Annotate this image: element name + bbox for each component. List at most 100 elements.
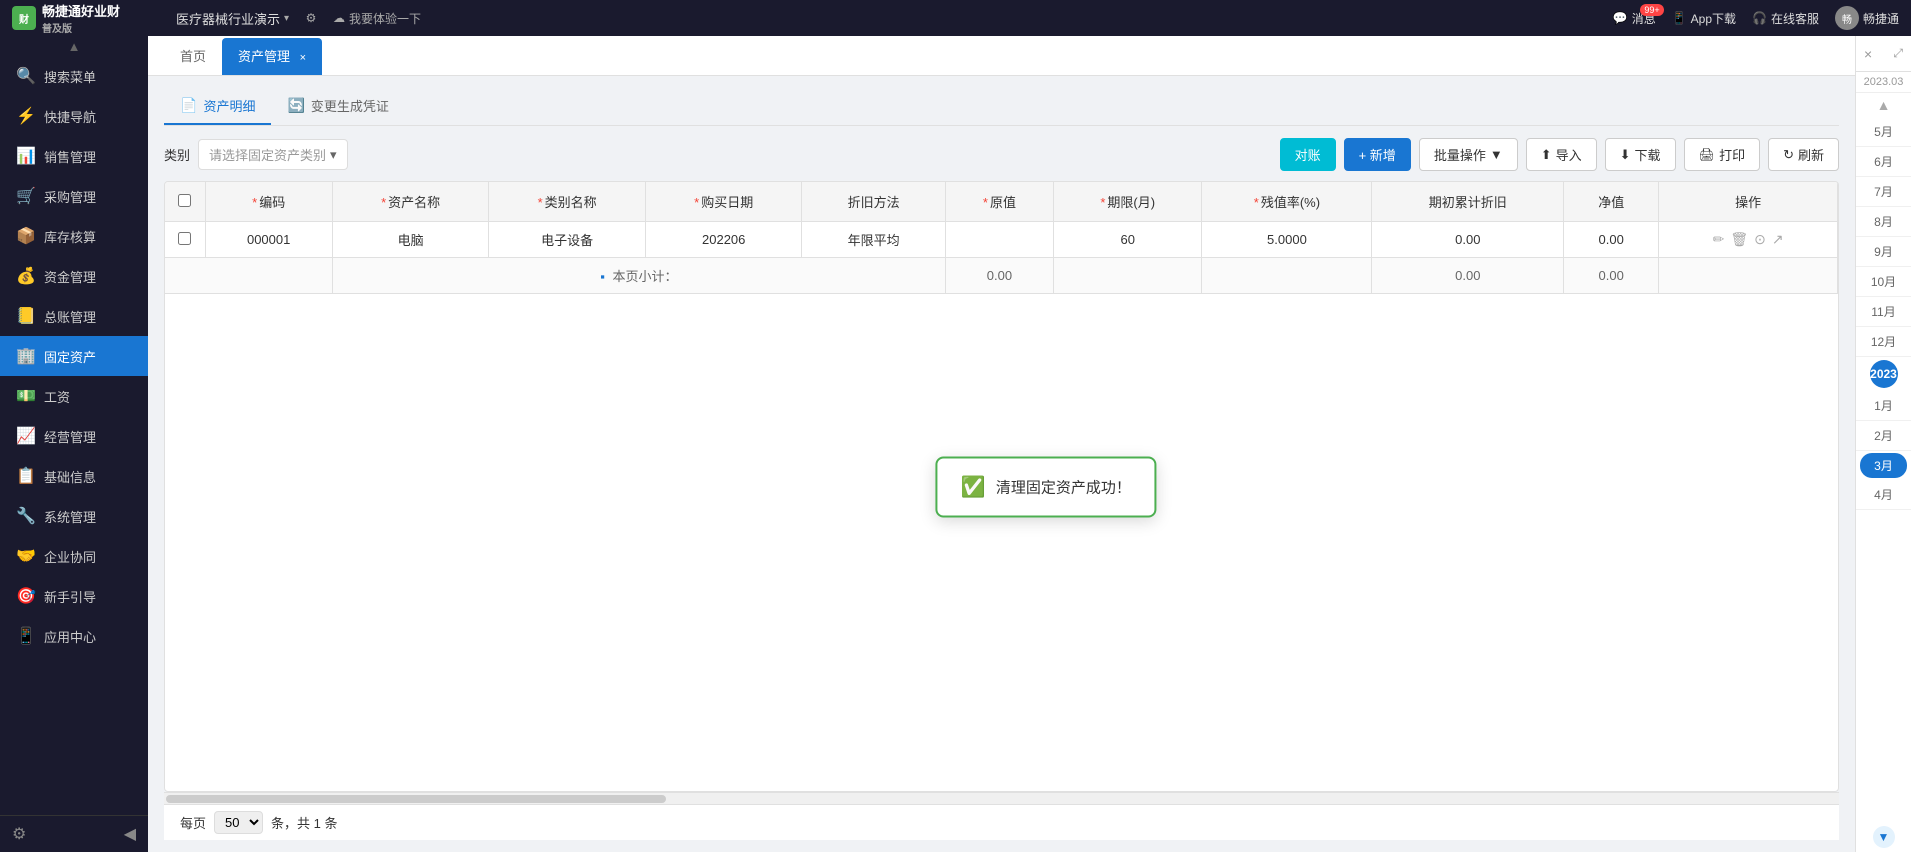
app-logo: 财 畅捷通好业财 普及版	[12, 1, 160, 35]
app-download-button[interactable]: 📱 App下载	[1672, 10, 1736, 27]
month-6[interactable]: 6月	[1856, 147, 1911, 177]
sidebar-item-purchase[interactable]: 🛒 采购管理	[0, 176, 148, 216]
panel-down-icon[interactable]: ▼	[1873, 826, 1895, 848]
sidebar-item-operations[interactable]: 📈 经营管理	[0, 416, 148, 456]
payroll-icon: 💵	[16, 386, 36, 406]
delete-icon[interactable]: 🗑	[1730, 231, 1748, 248]
message-button[interactable]: 💬 消息 99+	[1613, 10, 1656, 27]
expand-panel-icon[interactable]: ⤢	[1893, 46, 1903, 61]
quicknav-icon: ⚡	[16, 106, 36, 126]
row-checkbox[interactable]	[178, 232, 191, 245]
sidebar-label-ledger: 总账管理	[44, 307, 96, 326]
month-2[interactable]: 2月	[1856, 421, 1911, 451]
td-subtotal-period-empty	[1054, 258, 1202, 294]
sidebar-label-fixed: 固定资产	[44, 347, 96, 366]
sidebar-item-guide[interactable]: 🎯 新手引导	[0, 576, 148, 616]
tab-close-icon[interactable]: ×	[300, 52, 306, 64]
subtab-asset-detail-label: 资产明细	[203, 96, 255, 115]
month-5[interactable]: 5月	[1856, 117, 1911, 147]
sidebar-label-apps: 应用中心	[44, 627, 96, 646]
sidebar-item-cooperation[interactable]: 🤝 企业协同	[0, 536, 148, 576]
top-bar: 财 畅捷通好业财 普及版 医疗器械行业演示 ▾ ⚙ ☁ 我要体验一下 💬 消息 …	[0, 0, 1911, 36]
month-4[interactable]: 4月	[1856, 480, 1911, 510]
edit-icon[interactable]: ✏	[1713, 231, 1725, 248]
logo-sub: 普及版	[42, 20, 120, 35]
sidebar-item-quicknav[interactable]: ⚡ 快捷导航	[0, 96, 148, 136]
sidebar-item-system[interactable]: 🔧 系统管理	[0, 496, 148, 536]
sidebar-label-sales: 销售管理	[44, 147, 96, 166]
horizontal-scrollbar[interactable]	[164, 792, 1839, 804]
guide-icon: 🎯	[16, 586, 36, 606]
batch-label: 批量操作	[1434, 145, 1486, 164]
sidebar-item-apps[interactable]: 📱 应用中心	[0, 616, 148, 656]
tab-asset-management[interactable]: 资产管理 ×	[222, 38, 322, 75]
tab-bar: 首页 资产管理 ×	[148, 36, 1855, 76]
month-7[interactable]: 7月	[1856, 177, 1911, 207]
close-panel-icon[interactable]: ×	[1864, 46, 1872, 62]
sidebar-label-cooperation: 企业协同	[44, 547, 96, 566]
select-all-checkbox[interactable]	[178, 194, 191, 207]
export-button[interactable]: ⬆ 导入	[1526, 138, 1597, 171]
online-service-button[interactable]: 🎧 在线客服	[1752, 10, 1819, 27]
subtab-asset-detail[interactable]: 📄 资产明细	[164, 88, 271, 125]
export-icon: ⬆	[1541, 147, 1552, 163]
print-button[interactable]: 🖨 打印	[1684, 138, 1761, 171]
sidebar-item-sales[interactable]: 📊 销售管理	[0, 136, 148, 176]
month-3-active[interactable]: 3月	[1860, 453, 1907, 478]
sidebar-scroll-up[interactable]: ▲	[0, 36, 148, 56]
scrollbar-thumb[interactable]	[166, 795, 666, 803]
cloud-icon: ☁	[333, 11, 345, 25]
sidebar-item-ledger[interactable]: 📒 总账管理	[0, 296, 148, 336]
th-residual-rate: *残值率(%)	[1202, 182, 1372, 222]
filter-category-select[interactable]: 请选择固定资产类别 ▾	[198, 139, 348, 170]
batch-chevron-icon: ▼	[1490, 147, 1503, 162]
td-actions: ✏ 🗑 ⊙ ↗	[1659, 222, 1838, 258]
sidebar-item-search[interactable]: 🔍 搜索菜单	[0, 56, 148, 96]
purchase-icon: 🛒	[16, 186, 36, 206]
more-icon[interactable]: ↗	[1772, 231, 1784, 248]
month-10[interactable]: 10月	[1856, 267, 1911, 297]
month-1[interactable]: 1月	[1856, 391, 1911, 421]
year-2023-badge[interactable]: 2023	[1870, 360, 1898, 388]
month-12[interactable]: 12月	[1856, 327, 1911, 357]
table-header-row: *编码 *资产名称 *类别名称 *购买日期 折旧方法 *原值 *期限(月) *残…	[165, 182, 1838, 222]
per-page-select[interactable]: 50	[214, 811, 263, 834]
experience-button[interactable]: ☁ 我要体验一下	[333, 10, 421, 27]
success-check-icon: ✅	[961, 474, 986, 499]
tab-home-label: 首页	[180, 49, 206, 64]
company-selector[interactable]: 医疗器械行业演示 ▾	[176, 9, 289, 28]
panel-up-arrow[interactable]: ▲	[1856, 93, 1911, 117]
panel-months: 5月 6月 7月 8月 9月 10月 11月 12月 2023 1月 2月 3月…	[1856, 117, 1911, 822]
sidebar-item-basic[interactable]: 📋 基础信息	[0, 456, 148, 496]
user-profile[interactable]: 畅 畅捷通	[1835, 6, 1899, 30]
sidebar-item-payroll[interactable]: 💵 工资	[0, 376, 148, 416]
sidebar-item-finance[interactable]: 💰 资金管理	[0, 256, 148, 296]
detail-icon: 📄	[180, 97, 197, 114]
sidebar-item-fixed[interactable]: 🏢 固定资产	[0, 336, 148, 376]
month-9[interactable]: 9月	[1856, 237, 1911, 267]
tab-home[interactable]: 首页	[164, 38, 222, 75]
service-icon: 🎧	[1752, 11, 1767, 25]
td-category: 电子设备	[489, 222, 646, 258]
sidebar-collapse-icon[interactable]: ◀	[124, 824, 136, 844]
panel-down-arrow[interactable]: ▼	[1856, 822, 1911, 852]
month-11[interactable]: 11月	[1856, 297, 1911, 327]
action-icons: ✏ 🗑 ⊙ ↗	[1671, 231, 1825, 248]
sidebar-item-inventory[interactable]: 📦 库存核算	[0, 216, 148, 256]
new-button[interactable]: + 新增	[1344, 138, 1411, 171]
reconcile-button[interactable]: 对账	[1280, 138, 1336, 171]
settings-button[interactable]: ⚙	[297, 4, 325, 32]
subtab-change-voucher[interactable]: 🔄 变更生成凭证	[271, 88, 404, 125]
td-period: 60	[1054, 222, 1202, 258]
toolbar: 类别 请选择固定资产类别 ▾ 对账 + 新增 批量操作 ▼	[164, 138, 1839, 171]
download-button[interactable]: ⬇ 下载	[1605, 138, 1676, 171]
sidebar-settings-icon[interactable]: ⚙	[12, 824, 26, 844]
month-8[interactable]: 8月	[1856, 207, 1911, 237]
copy-icon[interactable]: ⊙	[1754, 231, 1766, 248]
filter-category-label: 类别	[164, 145, 190, 164]
search-icon: 🔍	[16, 66, 36, 86]
refresh-button[interactable]: ↻ 刷新	[1768, 138, 1839, 171]
filter-category-placeholder: 请选择固定资产类别	[209, 145, 326, 164]
apps-icon: 📱	[16, 626, 36, 646]
batch-button[interactable]: 批量操作 ▼	[1419, 138, 1518, 171]
